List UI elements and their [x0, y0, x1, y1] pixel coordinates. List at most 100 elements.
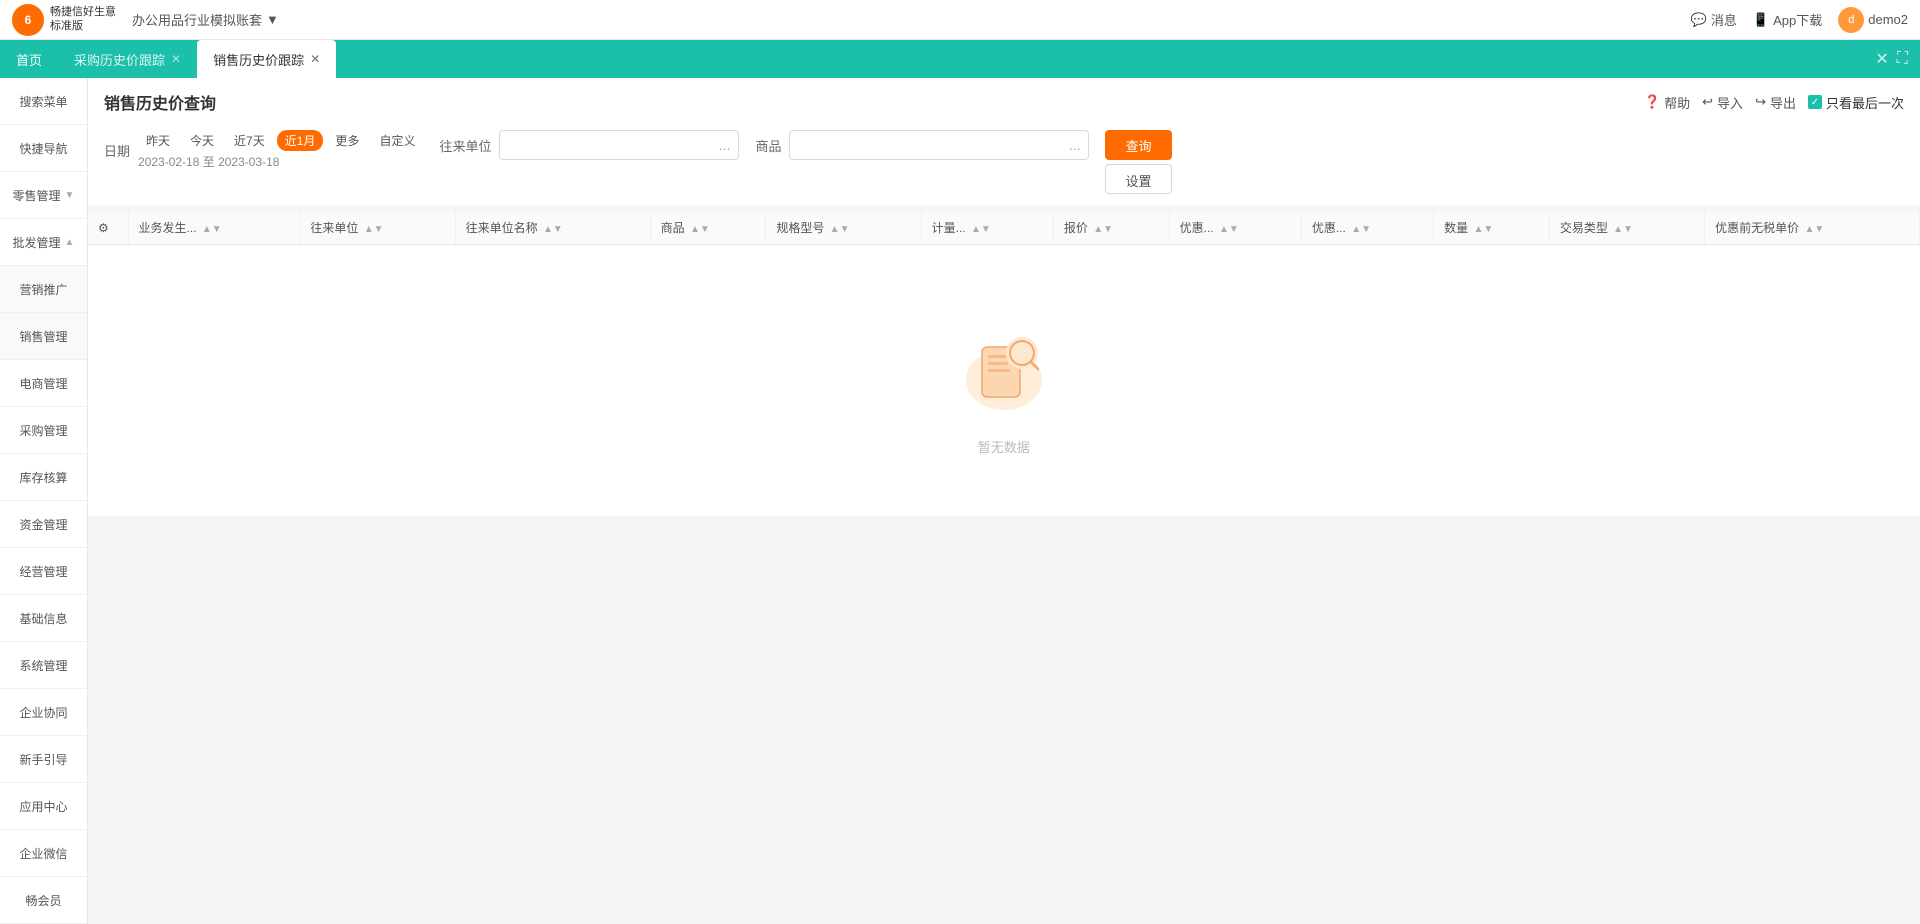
sidebar-item-system-mgmt[interactable]: 系统管理: [0, 642, 87, 689]
th-unit[interactable]: 计量... ▲▼: [921, 211, 1053, 245]
sort-arrows-trade-type: ▲▼: [1613, 225, 1633, 235]
sidebar-item-wholesale-mgmt[interactable]: 批发管理 ▲: [0, 219, 87, 266]
th-settings[interactable]: ⚙: [88, 211, 128, 245]
query-button[interactable]: 查询: [1105, 130, 1171, 160]
sidebar-item-app-center[interactable]: 应用中心: [0, 783, 87, 830]
topbar-left: 6 畅捷信好生意 标准版 办公用品行业模拟账套 ▼: [12, 4, 287, 36]
sort-arrows-pre-tax-price: ▲▼: [1805, 225, 1825, 235]
topbar-right: 💬 消息 📱 App下载 d demo2: [1691, 7, 1908, 33]
sidebar-item-ecommerce-mgmt[interactable]: 电商管理: [0, 360, 87, 407]
date-tab-yesterday[interactable]: 昨天: [138, 130, 178, 151]
page-title-bar: 销售历史价查询 ❓ 帮助 ↩ 导入 ↪ 导出 ✓: [88, 78, 1920, 122]
th-partner-code[interactable]: 往来单位 ▲▼: [300, 211, 455, 245]
sidebar-item-inventory[interactable]: 库存核算: [0, 454, 87, 501]
sort-arrows-quote: ▲▼: [1093, 225, 1113, 235]
sidebar-item-retail-mgmt[interactable]: 零售管理 ▼: [0, 172, 87, 219]
export-btn[interactable]: ↪ 导出: [1755, 93, 1796, 112]
date-range-display: 2023-02-18 至 2023-03-18: [138, 153, 423, 170]
sidebar: 搜索菜单 快捷导航 零售管理 ▼ 批发管理 ▲ 营销推广 销售管理 电商管理 采: [0, 78, 88, 924]
date-filter-group: 日期 昨天 今天 近7天 近1月 更多 自定义 2023-02-18 至 202…: [104, 130, 423, 170]
date-tab-today[interactable]: 今天: [182, 130, 222, 151]
th-pre-tax-price[interactable]: 优惠前无税单价 ▲▼: [1705, 211, 1920, 245]
sort-arrows-quantity: ▲▼: [1473, 225, 1493, 235]
date-tab-more[interactable]: 更多: [327, 130, 367, 151]
sidebar-item-enterprise-wechat[interactable]: 企业微信: [0, 830, 87, 877]
tab-home[interactable]: 首页: [0, 40, 58, 78]
partner-filter-group: 往来单位 ...: [439, 130, 739, 160]
sort-arrows-goods: ▲▼: [690, 225, 710, 235]
tab-close-sales[interactable]: ✕: [310, 52, 320, 66]
th-spec[interactable]: 规格型号 ▲▼: [766, 211, 921, 245]
th-discount1[interactable]: 优惠... ▲▼: [1169, 211, 1301, 245]
setting-button[interactable]: 设置: [1105, 164, 1171, 194]
sidebar-item-sales-mgmt[interactable]: 销售管理: [0, 313, 87, 360]
app-selector[interactable]: 办公用品行业模拟账套 ▼: [124, 6, 287, 34]
tab-close-purchase[interactable]: ✕: [171, 52, 181, 66]
goods-filter-label: 商品: [755, 136, 781, 155]
chevron-up-icon: ▲: [65, 237, 75, 248]
download-icon: 📱: [1753, 12, 1769, 28]
sidebar-item-sales-promotion[interactable]: 营销推广: [0, 266, 87, 313]
th-trade-type[interactable]: 交易类型 ▲▼: [1549, 211, 1704, 245]
goods-input[interactable]: ...: [789, 130, 1089, 160]
goods-input-dots: ...: [1069, 137, 1081, 153]
chevron-down-icon: ▼: [266, 12, 279, 27]
th-biz-date[interactable]: 业务发生... ▲▼: [128, 211, 300, 245]
help-icon: ❓: [1644, 94, 1660, 110]
page-title: 销售历史价查询: [104, 90, 216, 114]
partner-input[interactable]: ...: [499, 130, 739, 160]
tab-sales-history[interactable]: 销售历史价跟踪 ✕: [197, 40, 336, 78]
filter-row: 日期 昨天 今天 近7天 近1月 更多 自定义 2023-02-18 至 202…: [88, 122, 1920, 207]
sidebar-item-basic-info[interactable]: 基础信息: [0, 595, 87, 642]
only-last-checkbox[interactable]: ✓ 只看最后一次: [1808, 93, 1904, 112]
message-icon: 💬: [1691, 12, 1707, 28]
import-btn[interactable]: ↩ 导入: [1702, 93, 1743, 112]
date-tab-1month[interactable]: 近1月: [277, 130, 324, 151]
sidebar-item-onboarding[interactable]: 新手引导: [0, 736, 87, 783]
checkbox-checked-icon: ✓: [1808, 95, 1822, 109]
close-tab-btn[interactable]: ✕: [1875, 49, 1888, 69]
sidebar-item-search-menu[interactable]: 搜索菜单: [0, 78, 87, 125]
sidebar-item-finance-mgmt[interactable]: 资金管理: [0, 501, 87, 548]
partner-filter-label: 往来单位: [439, 136, 491, 155]
user-menu[interactable]: d demo2: [1838, 7, 1908, 33]
th-discount2[interactable]: 优惠... ▲▼: [1301, 211, 1433, 245]
data-table: ⚙ 业务发生... ▲▼ 往来单位 ▲▼ 往来单位名称 ▲: [88, 211, 1920, 516]
help-btn[interactable]: ❓ 帮助: [1644, 93, 1690, 112]
sort-arrows-unit: ▲▼: [971, 225, 991, 235]
tab-purchase-history[interactable]: 采购历史价跟踪 ✕: [58, 40, 197, 78]
sidebar-item-quick-nav[interactable]: 快捷导航: [0, 125, 87, 172]
th-quantity[interactable]: 数量 ▲▼: [1434, 211, 1550, 245]
sort-arrows-spec: ▲▼: [830, 225, 850, 235]
import-icon: ↩: [1702, 94, 1713, 110]
empty-state: 暂无数据: [88, 245, 1920, 516]
date-tab-custom[interactable]: 自定义: [371, 130, 423, 151]
sort-arrows-partner-code: ▲▼: [364, 225, 384, 235]
date-tabs: 昨天 今天 近7天 近1月 更多 自定义: [138, 130, 423, 151]
page-area: 销售历史价查询 ❓ 帮助 ↩ 导入 ↪ 导出 ✓: [88, 78, 1920, 924]
sidebar-item-purchase-mgmt[interactable]: 采购管理: [0, 407, 87, 454]
app-download-btn[interactable]: 📱 App下载: [1753, 10, 1822, 29]
action-buttons: 查询 设置: [1105, 130, 1171, 194]
empty-illustration: [954, 325, 1054, 425]
message-btn[interactable]: 💬 消息: [1691, 10, 1737, 29]
goods-filter-group: 商品 ...: [755, 130, 1089, 160]
logo-icon: 6: [12, 4, 44, 36]
sort-arrows-discount2: ▲▼: [1351, 225, 1371, 235]
sidebar-item-enterprise-collab[interactable]: 企业协同: [0, 689, 87, 736]
export-icon: ↪: [1755, 94, 1766, 110]
table-container: ⚙ 业务发生... ▲▼ 往来单位 ▲▼ 往来单位名称 ▲: [88, 211, 1920, 516]
th-partner-name[interactable]: 往来单位名称 ▲▼: [455, 211, 650, 245]
date-tabs-block: 昨天 今天 近7天 近1月 更多 自定义 2023-02-18 至 2023-0…: [138, 130, 423, 170]
main: 搜索菜单 快捷导航 零售管理 ▼ 批发管理 ▲ 营销推广 销售管理 电商管理 采: [0, 78, 1920, 924]
date-tab-7days[interactable]: 近7天: [226, 130, 273, 151]
partner-input-dots: ...: [719, 137, 731, 153]
sort-arrows-biz-date: ▲▼: [202, 225, 222, 235]
sidebar-item-vip-member[interactable]: 畅会员: [0, 877, 87, 924]
empty-text: 暂无数据: [978, 437, 1030, 456]
maximize-btn[interactable]: ⛶: [1897, 50, 1908, 68]
th-goods[interactable]: 商品 ▲▼: [650, 211, 766, 245]
sidebar-item-operations-mgmt[interactable]: 经营管理: [0, 548, 87, 595]
th-quote[interactable]: 报价 ▲▼: [1053, 211, 1169, 245]
page-content: 销售历史价查询 ❓ 帮助 ↩ 导入 ↪ 导出 ✓: [88, 78, 1920, 924]
